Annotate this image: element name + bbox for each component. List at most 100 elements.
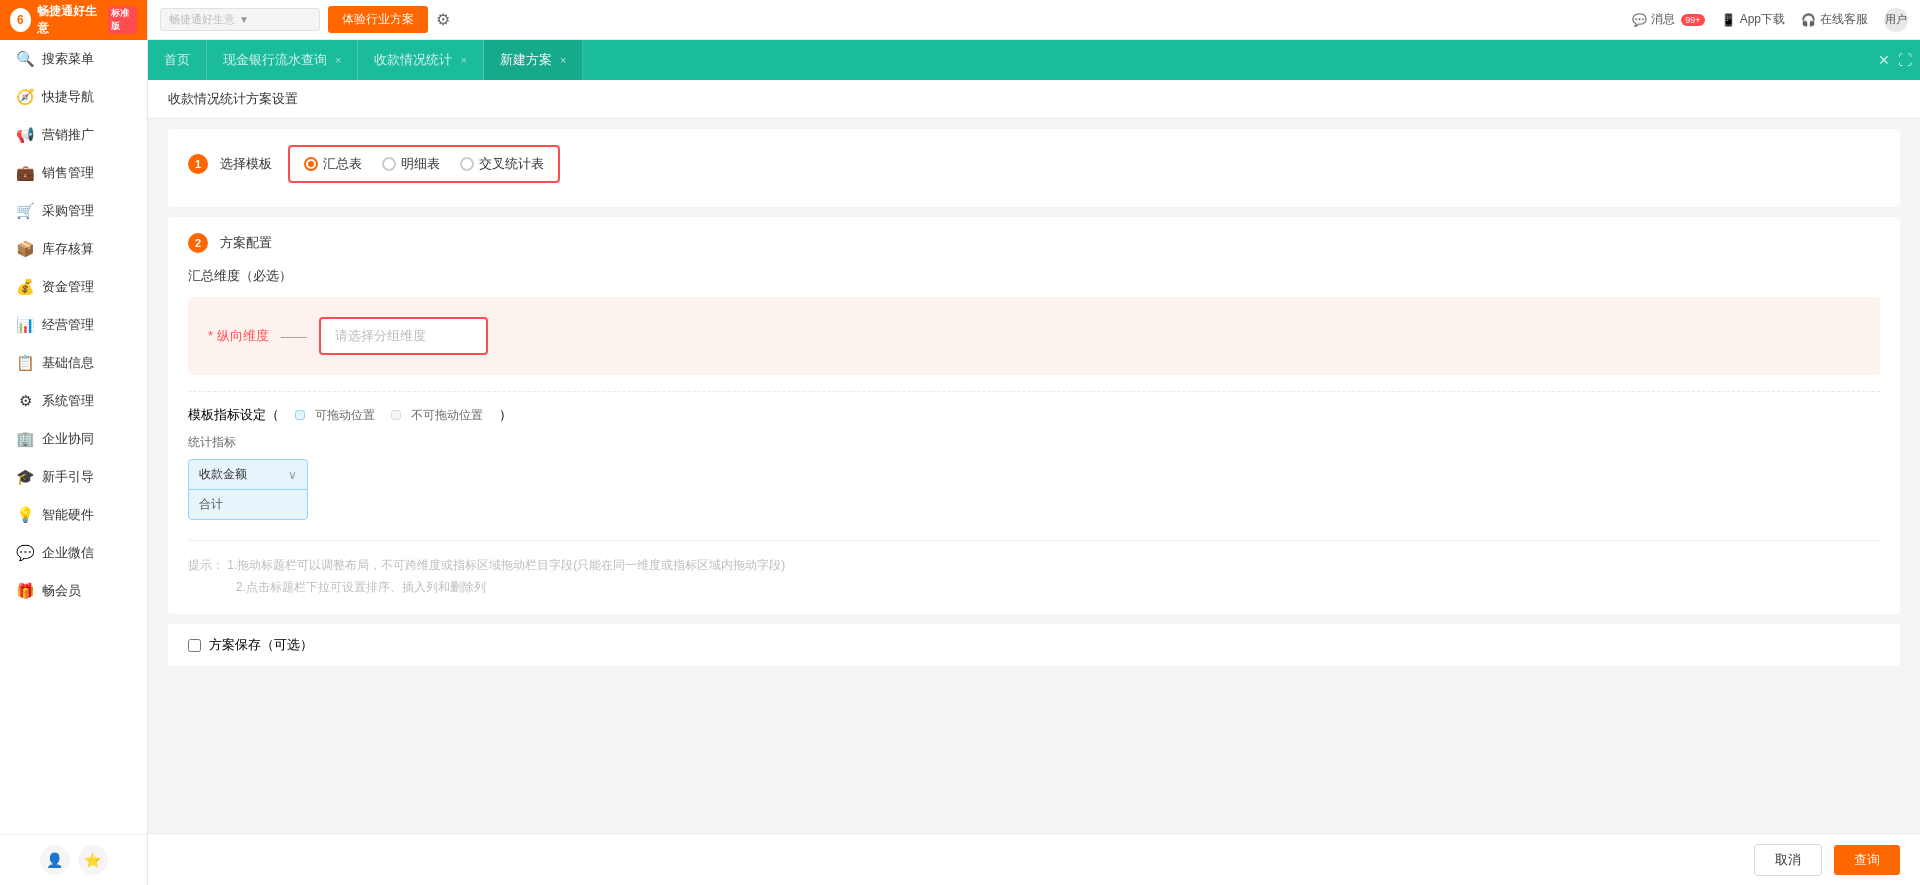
tab-receipts-close[interactable]: ×: [460, 54, 466, 66]
hint-section: 提示： 1.拖动标题栏可以调整布局，不可跨维度或指标区域拖动栏目字段(只能在同一…: [188, 540, 1880, 598]
sidebar-item-sales[interactable]: 💼 销售管理: [0, 154, 147, 192]
dimension-label: * 纵向维度: [208, 327, 269, 345]
radio-cross-label: 交叉统计表: [479, 155, 544, 173]
dimension-selector[interactable]: 请选择分组维度: [319, 317, 488, 355]
stat-card-body-text: 合计: [199, 497, 223, 511]
sidebar-item-label: 采购管理: [42, 202, 94, 220]
sidebar-item-label: 系统管理: [42, 392, 94, 410]
download-icon: 📱: [1721, 13, 1736, 27]
page-header: 收款情况统计方案设置: [148, 80, 1920, 119]
radio-cross[interactable]: 交叉统计表: [460, 155, 544, 173]
tab-cashflow-close[interactable]: ×: [335, 54, 341, 66]
sidebar-item-basic[interactable]: 📋 基础信息: [0, 344, 147, 382]
sidebar-item-label: 经营管理: [42, 316, 94, 334]
message-item[interactable]: 💬 消息 99+: [1632, 11, 1704, 28]
sidebar-item-wechat[interactable]: 💬 企业微信: [0, 534, 147, 572]
dimension-area: * 纵向维度 —— 请选择分组维度: [188, 297, 1880, 375]
search-icon: 🔍: [16, 50, 34, 68]
hint-line-2: 2.点击标题栏下拉可设置排序、插入列和删除列: [188, 577, 1880, 599]
main-content: 畅捷通好生意 ▼ 体验行业方案 ⚙ 💬 消息 99+ 📱 App下载 🎧 在线客…: [148, 0, 1920, 885]
page-content: 收款情况统计方案设置 1 选择模板 汇总表 明细表: [148, 80, 1920, 833]
indicator-section: 模板指标设定（ 可拖动位置 不可拖动位置 ） 统计指标 收款金额: [188, 391, 1880, 520]
sidebar-item-system[interactable]: ⚙ 系统管理: [0, 382, 147, 420]
support-icon: 🎧: [1801, 13, 1816, 27]
search-placeholder-text: 畅捷通好生意: [169, 12, 235, 27]
management-icon: 📊: [16, 316, 34, 334]
sidebar-item-hardware[interactable]: 💡 智能硬件: [0, 496, 147, 534]
indicator-header: 模板指标设定（ 可拖动位置 不可拖动位置 ）: [188, 406, 1880, 424]
query-button[interactable]: 查询: [1834, 845, 1900, 875]
wechat-icon: 💬: [16, 544, 34, 562]
brand-badge: 标准版: [108, 6, 137, 34]
purchase-icon: 🛒: [16, 202, 34, 220]
inventory-icon: 📦: [16, 240, 34, 258]
dimension-arrow: ——: [281, 329, 307, 344]
tab-new-plan[interactable]: 新建方案 ×: [484, 40, 583, 80]
dimension-row: * 纵向维度 —— 请选择分组维度: [208, 317, 1860, 355]
sidebar-item-label: 畅会员: [42, 582, 81, 600]
message-icon: 💬: [1632, 13, 1647, 27]
sidebar-item-purchase[interactable]: 🛒 采购管理: [0, 192, 147, 230]
member-icon: 🎁: [16, 582, 34, 600]
sidebar-item-marketing[interactable]: 📢 营销推广: [0, 116, 147, 154]
industry-btn[interactable]: 体验行业方案: [328, 6, 428, 33]
sidebar-bottom: 👤 ⭐: [0, 834, 147, 885]
tab-new-plan-close[interactable]: ×: [560, 54, 566, 66]
tab-expand-btn[interactable]: ⛶: [1898, 52, 1912, 68]
dropdown-icon: ▼: [239, 14, 249, 25]
step1-badge: 1: [188, 154, 208, 174]
stat-card-dropdown-icon[interactable]: ∨: [288, 468, 297, 482]
basic-icon: 📋: [16, 354, 34, 372]
stat-card-body: 合计: [189, 490, 307, 519]
avatar: 用户: [1884, 8, 1908, 32]
tab-receipts[interactable]: 收款情况统计 ×: [358, 40, 483, 80]
guide-icon: 🎓: [16, 468, 34, 486]
sidebar-item-management[interactable]: 📊 经营管理: [0, 306, 147, 344]
corp-icon: 🏢: [16, 430, 34, 448]
tab-actions: ✕ ⛶: [1878, 40, 1920, 80]
stat-card-title: 收款金额: [199, 466, 247, 483]
legend-fixed-dot: [391, 410, 401, 420]
message-label: 消息: [1651, 11, 1675, 28]
step2-badge: 2: [188, 233, 208, 253]
tab-cashflow[interactable]: 现金银行流水查询 ×: [207, 40, 358, 80]
save-checkbox[interactable]: [188, 639, 201, 652]
bottom-icon-2[interactable]: ⭐: [78, 845, 108, 875]
tab-home-label: 首页: [164, 51, 190, 69]
stat-card: 收款金额 ∨ 合计: [188, 459, 308, 520]
user-avatar[interactable]: 用户: [1884, 8, 1908, 32]
logo-icon: 6: [10, 8, 31, 32]
gear-icon[interactable]: ⚙: [436, 10, 450, 29]
sidebar-item-search[interactable]: 🔍 搜索菜单: [0, 40, 147, 78]
sidebar-item-inventory[interactable]: 📦 库存核算: [0, 230, 147, 268]
page-title: 收款情况统计方案设置: [168, 91, 298, 106]
sidebar-item-corp[interactable]: 🏢 企业协同: [0, 420, 147, 458]
save-label: 方案保存（可选）: [209, 636, 313, 654]
tab-home[interactable]: 首页: [148, 40, 207, 80]
download-label: App下载: [1740, 11, 1785, 28]
sidebar-item-finance[interactable]: 💰 资金管理: [0, 268, 147, 306]
support-item[interactable]: 🎧 在线客服: [1801, 11, 1868, 28]
cancel-button[interactable]: 取消: [1754, 844, 1822, 876]
step1-row: 1 选择模板 汇总表 明细表 交叉统计表: [188, 145, 1880, 183]
save-section: 方案保存（可选）: [168, 624, 1900, 666]
marketing-icon: 📢: [16, 126, 34, 144]
system-icon: ⚙: [16, 392, 34, 410]
tab-close-btn[interactable]: ✕: [1878, 52, 1890, 68]
sidebar-item-label: 资金管理: [42, 278, 94, 296]
step2-label: 方案配置: [220, 234, 272, 252]
brand-name: 畅捷通好生意: [37, 3, 100, 37]
template-options: 汇总表 明细表 交叉统计表: [288, 145, 560, 183]
stat-card-header[interactable]: 收款金额 ∨: [189, 460, 307, 490]
radio-summary[interactable]: 汇总表: [304, 155, 362, 173]
download-item[interactable]: 📱 App下载: [1721, 11, 1785, 28]
support-label: 在线客服: [1820, 11, 1868, 28]
tab-new-plan-label: 新建方案: [500, 51, 552, 69]
radio-detail[interactable]: 明细表: [382, 155, 440, 173]
sidebar-item-member[interactable]: 🎁 畅会员: [0, 572, 147, 610]
step2-card: 2 方案配置 汇总维度（必选） * 纵向维度 —— 请选择分组维度 模板指标设定…: [168, 217, 1900, 614]
sidebar-item-guide[interactable]: 🎓 新手引导: [0, 458, 147, 496]
sidebar-item-nav[interactable]: 🧭 快捷导航: [0, 78, 147, 116]
topbar-search-display: 畅捷通好生意 ▼: [160, 8, 320, 31]
bottom-icon-1[interactable]: 👤: [40, 845, 70, 875]
